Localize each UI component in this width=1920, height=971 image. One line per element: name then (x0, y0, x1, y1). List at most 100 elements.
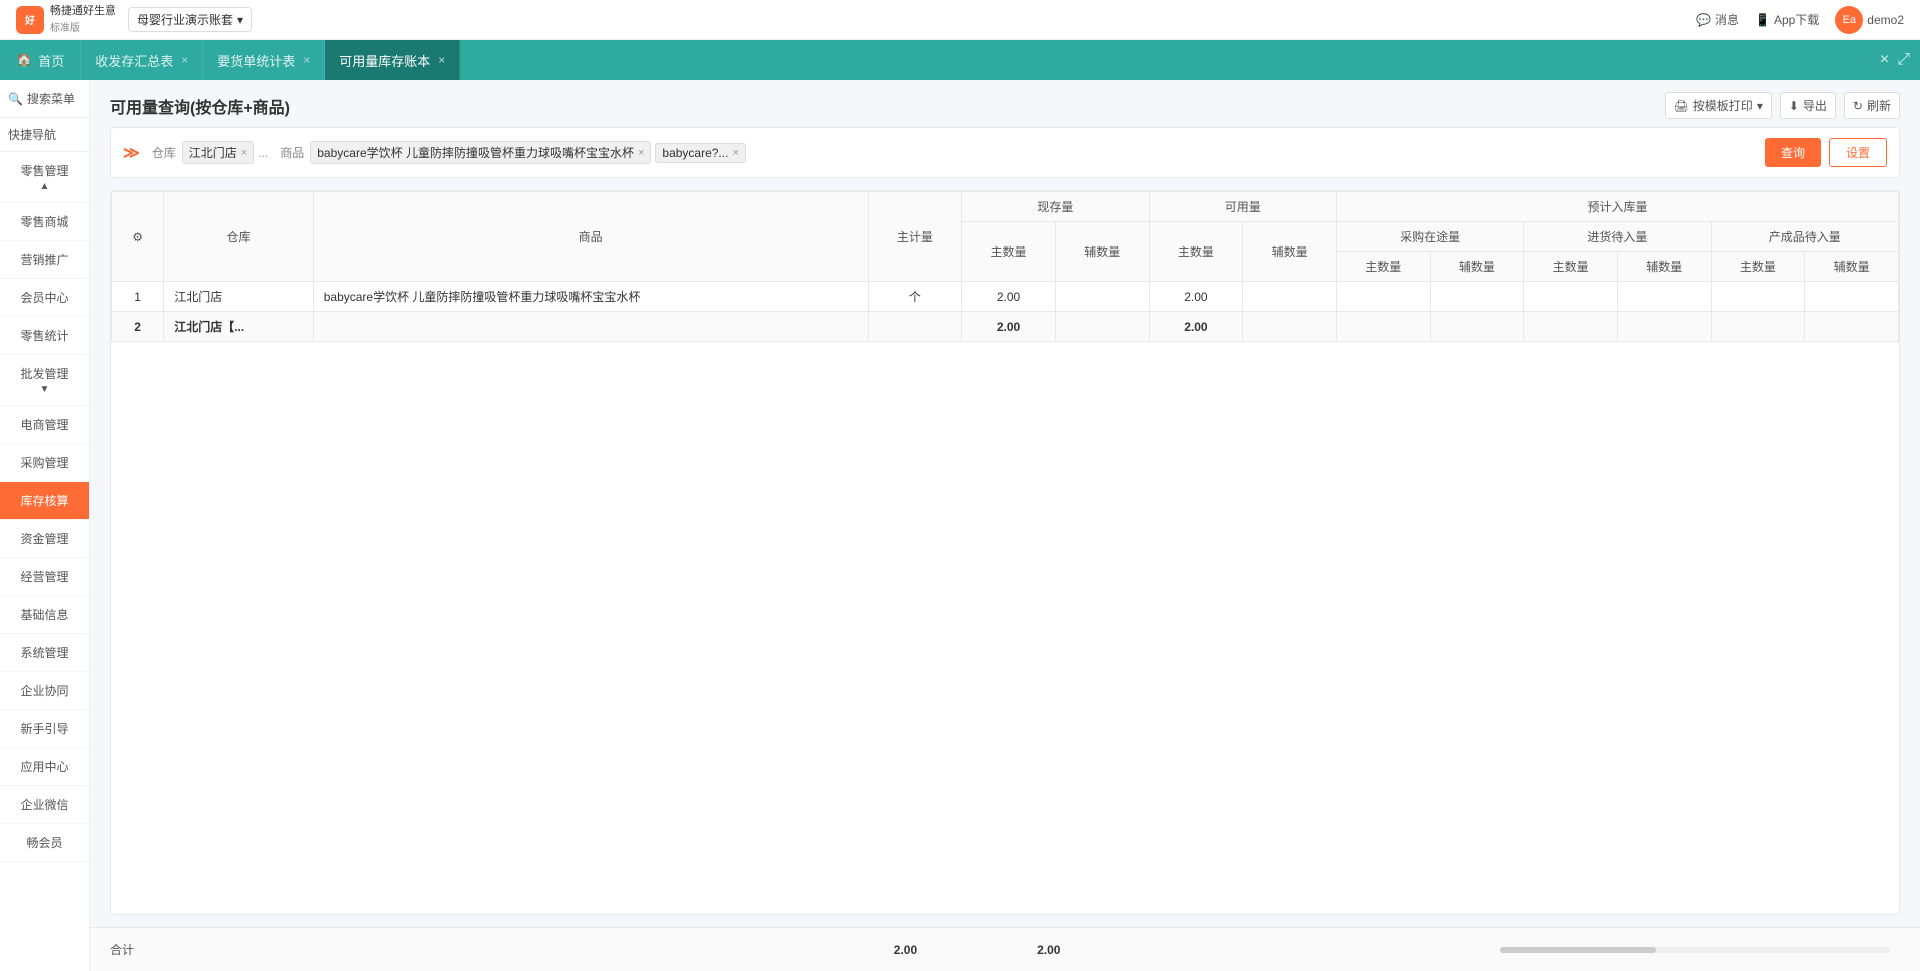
warehouse-filter-label: 仓库 (152, 144, 176, 161)
nav-tab-controls: × ⤢ (1870, 40, 1920, 80)
tab-home[interactable]: 🏠 首页 (0, 40, 81, 80)
tab-order-stats[interactable]: 要货单统计表 × (203, 40, 325, 80)
top-bar: 好 畅捷通好生意 标准版 母婴行业演示账套 ▾ 💬 消息 📱 App下载 Ea … (0, 0, 1920, 40)
sidebar-item-new-guide[interactable]: 新手引导 (0, 710, 89, 748)
cell-unit-1: 个 (868, 282, 962, 312)
home-icon: 🏠 (16, 52, 32, 68)
chevron-down-icon: ▾ (237, 13, 243, 27)
cell-product-1: babycare学饮杯 儿童防摔防撞吸管杯重力球吸嘴杯宝宝水杯 (313, 282, 868, 312)
industry-selector[interactable]: 母婴行业演示账套 ▾ (128, 7, 252, 32)
cell-pur-main-1 (1336, 282, 1430, 312)
brand-sub: 标准版 (50, 19, 116, 34)
table-row-subtotal: 2 江北门店【... 2.00 2.00 (112, 312, 1899, 342)
product-tag-1-remove[interactable]: × (732, 147, 738, 159)
sidebar-item-finance[interactable]: 资金管理 (0, 520, 89, 558)
product-tag-1[interactable]: babycare?... × (655, 143, 745, 163)
tab-receipt-summary-close[interactable]: × (181, 53, 188, 67)
sidebar-item-enterprise[interactable]: 企业协同 (0, 672, 89, 710)
table-row: 1 江北门店 babycare学饮杯 儿童防摔防撞吸管杯重力球吸嘴杯宝宝水杯 个… (112, 282, 1899, 312)
search-icon: 🔍 (8, 92, 23, 106)
print-arrow-icon: ▾ (1757, 99, 1763, 113)
warehouse-filter-more[interactable]: ... (258, 146, 268, 160)
th-prod-main: 主数量 (1711, 252, 1805, 282)
th-avail-main: 主数量 (1149, 222, 1243, 282)
cell-stock-main-2: 2.00 (962, 312, 1056, 342)
sidebar-item-marketing[interactable]: 营销推广 (0, 241, 89, 279)
app-icon: 📱 (1755, 13, 1770, 27)
warehouse-tag-remove[interactable]: × (241, 147, 247, 159)
sidebar-item-retail-stats[interactable]: 零售统计 (0, 317, 89, 355)
cell-pur-main-2 (1336, 312, 1430, 342)
tab-order-stats-close[interactable]: × (303, 53, 310, 67)
sidebar-item-retail-mgmt[interactable]: 零售管理 ▲ (0, 152, 89, 203)
sidebar-quick-nav[interactable]: 快捷导航 (0, 118, 89, 152)
cell-stock-main-1: 2.00 (962, 282, 1056, 312)
th-inb-main: 主数量 (1524, 252, 1618, 282)
chevron-icon: ▲ (40, 181, 50, 192)
set-button[interactable]: 设置 (1829, 138, 1887, 167)
sidebar-item-vip[interactable]: 畅会员 (0, 824, 89, 862)
warehouse-tag-text: 江北门店 (189, 144, 237, 161)
industry-label: 母婴行业演示账套 (137, 11, 233, 28)
close-tab-btn[interactable]: × (1880, 51, 1889, 69)
sidebar-item-ecommerce[interactable]: 电商管理 (0, 406, 89, 444)
th-warehouse: 仓库 (164, 192, 314, 282)
cell-no-1: 1 (112, 282, 164, 312)
sidebar-item-system-mgmt[interactable]: 系统管理 (0, 634, 89, 672)
warehouse-tag-0[interactable]: 江北门店 × (182, 141, 254, 164)
th-settings: ⚙ (112, 192, 164, 282)
sidebar-item-retail-mall[interactable]: 零售商城 (0, 203, 89, 241)
sidebar-item-inventory[interactable]: 库存核算 (0, 482, 89, 520)
tab-receipt-summary-label: 收发存汇总表 (95, 51, 173, 70)
query-button[interactable]: 查询 (1765, 138, 1821, 167)
th-stock-aux: 辅数量 (1055, 222, 1149, 282)
product-tag-0-remove[interactable]: × (638, 147, 644, 159)
cell-warehouse-2: 江北门店【... (164, 312, 314, 342)
sidebar-item-enterprise-wechat[interactable]: 企业微信 (0, 786, 89, 824)
cell-pur-aux-1 (1430, 282, 1524, 312)
filter-actions: 查询 设置 (1765, 138, 1887, 167)
expand-btn[interactable]: ⤢ (1897, 51, 1910, 69)
print-btn[interactable]: 🖨 按模板打印 ▾ (1665, 92, 1772, 119)
cell-stock-aux-2 (1055, 312, 1149, 342)
th-avail-aux: 辅数量 (1243, 222, 1337, 282)
warehouse-filter-group: 仓库 江北门店 × ... (152, 141, 268, 164)
export-btn[interactable]: ⬇ 导出 (1780, 92, 1836, 119)
tab-receipt-summary[interactable]: 收发存汇总表 × (81, 40, 203, 80)
message-btn[interactable]: 💬 消息 (1696, 11, 1739, 28)
cell-prod-aux-1 (1805, 282, 1899, 312)
logo-icon: 好 (16, 6, 44, 34)
cell-avail-aux-2 (1243, 312, 1337, 342)
product-tag-0[interactable]: babycare学饮杯 儿童防摔防撞吸管杯重力球吸嘴杯宝宝水杯 × (310, 141, 651, 164)
cell-stock-aux-1 (1055, 282, 1149, 312)
tab-available-ledger-close[interactable]: × (438, 53, 445, 67)
app-download-btn[interactable]: 📱 App下载 (1755, 11, 1819, 28)
refresh-btn[interactable]: ↻ 刷新 (1844, 92, 1900, 119)
sidebar-search[interactable]: 🔍 搜索菜单 (0, 80, 89, 118)
horizontal-scrollbar[interactable] (1500, 947, 1890, 953)
sidebar-item-operations[interactable]: 经营管理 (0, 558, 89, 596)
sidebar: 🔍 搜索菜单 快捷导航 零售管理 ▲ 零售商城 营销推广 会员中心 零售统计 批… (0, 80, 90, 971)
tab-available-ledger[interactable]: 可用量库存账本 × (325, 40, 460, 80)
sidebar-item-member[interactable]: 会员中心 (0, 279, 89, 317)
user-menu[interactable]: Ea demo2 (1835, 6, 1904, 34)
sidebar-item-purchase[interactable]: 采购管理 (0, 444, 89, 482)
sidebar-item-wholesale-mgmt[interactable]: 批发管理 ▼ (0, 355, 89, 406)
cell-inb-aux-1 (1617, 282, 1711, 312)
message-icon: 💬 (1696, 13, 1711, 27)
th-prod-aux: 辅数量 (1805, 252, 1899, 282)
page-actions: 🖨 按模板打印 ▾ ⬇ 导出 ↻ 刷新 (1665, 92, 1900, 119)
top-bar-left: 好 畅捷通好生意 标准版 母婴行业演示账套 ▾ (16, 5, 252, 33)
cell-avail-main-2: 2.00 (1149, 312, 1243, 342)
chevron-icon-2: ▼ (40, 384, 50, 395)
cell-prod-main-1 (1711, 282, 1805, 312)
filter-toggle-btn[interactable]: ≫ (123, 143, 140, 163)
footer-stock-total: 2.00 (894, 943, 917, 957)
table-container: ⚙ 仓库 商品 主计量 现存量 可用量 预计入库量 主数量 辅数量 主数量 辅数… (110, 190, 1900, 915)
print-icon: 🖨 (1674, 99, 1689, 113)
sidebar-item-basic-info[interactable]: 基础信息 (0, 596, 89, 634)
tab-order-stats-label: 要货单统计表 (217, 51, 295, 70)
main-layout: 🔍 搜索菜单 快捷导航 零售管理 ▲ 零售商城 营销推广 会员中心 零售统计 批… (0, 80, 1920, 971)
cell-avail-aux-1 (1243, 282, 1337, 312)
sidebar-item-app-center[interactable]: 应用中心 (0, 748, 89, 786)
